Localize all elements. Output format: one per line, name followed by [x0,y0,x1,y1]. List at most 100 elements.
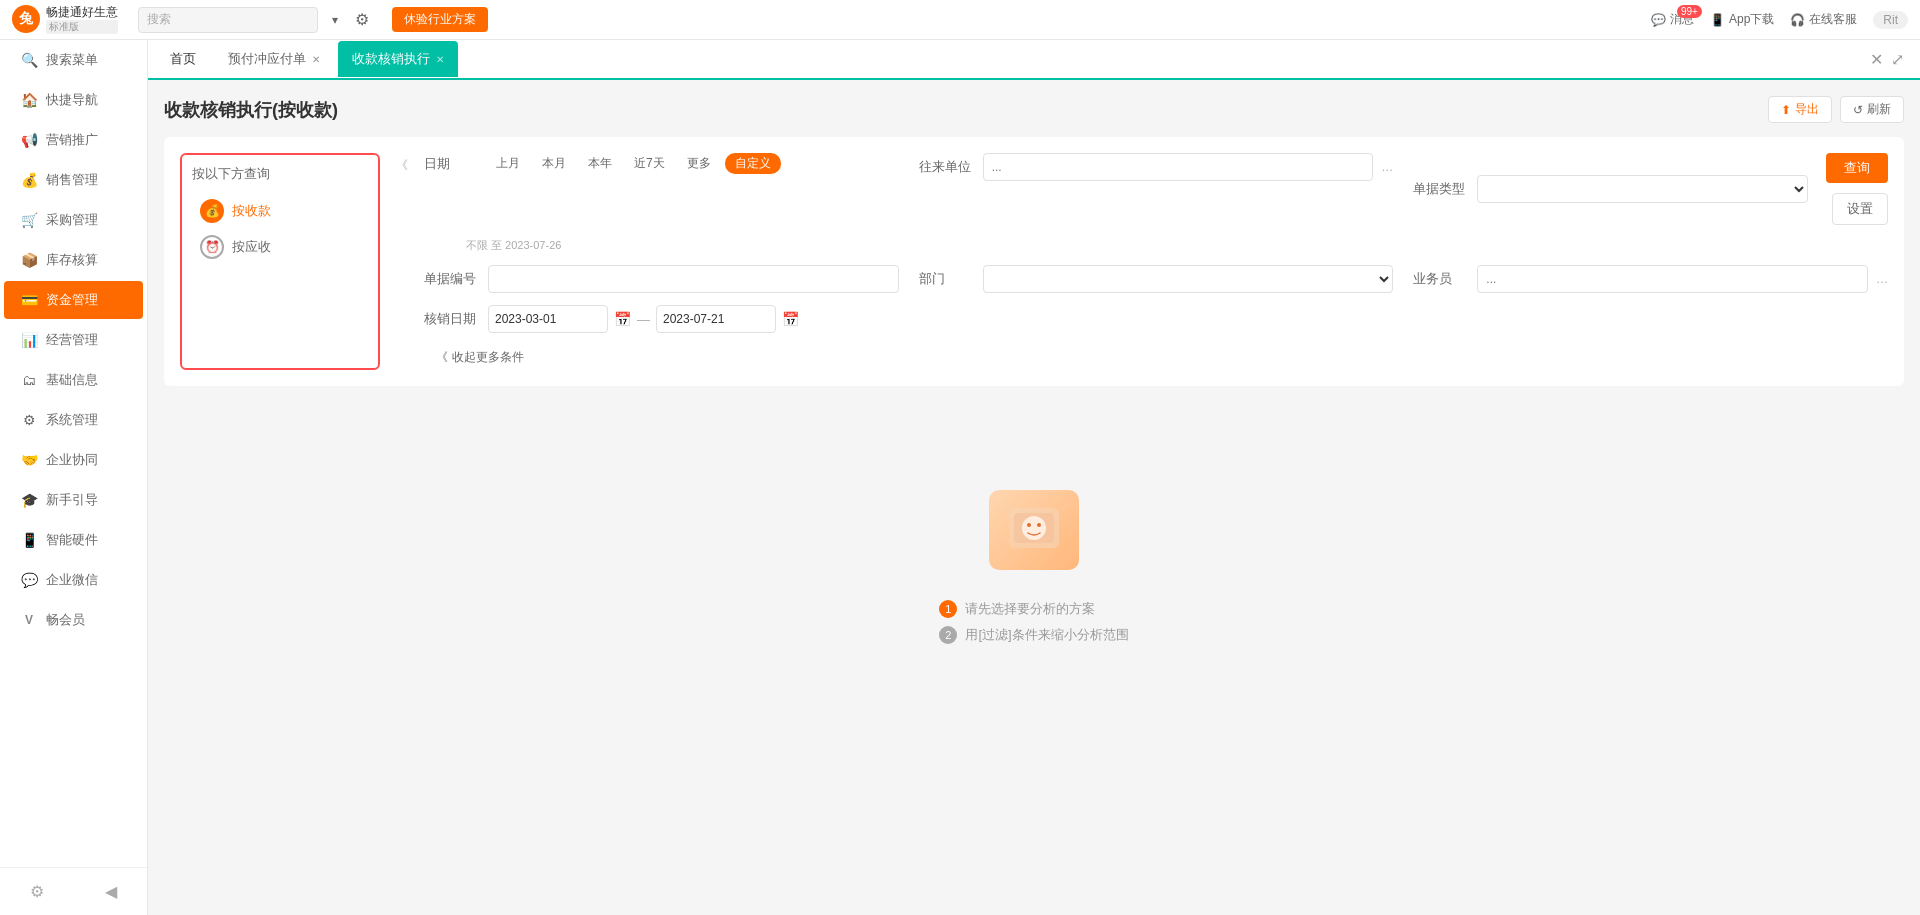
sidebar-collapse-icon[interactable]: ◀ [99,876,123,907]
app-download[interactable]: 📱 App下载 [1710,11,1774,28]
search-placeholder: 搜索 [147,11,171,28]
verify-date-end[interactable] [656,305,776,333]
unit-more-icon[interactable]: … [1381,160,1393,174]
brand-tag: 标准版 [46,20,118,34]
filter-action-col: 查询 设置 [1826,153,1888,225]
user-badge[interactable]: Rit [1873,11,1908,29]
docnum-input[interactable] [488,265,899,293]
empty-tips: 1 请先选择要分析的方案 2 用[过滤]条件来缩小分析范围 [939,600,1128,652]
collapse-up-icon: 《 [436,349,448,366]
filter-collapse-btn[interactable]: 《 [392,153,412,178]
docnum-label: 单据编号 [424,270,480,288]
sidebar-item-hardware[interactable]: 📱 智能硬件 [4,521,143,559]
dept-select[interactable] [983,265,1394,293]
close-window-icon[interactable]: ✕ [1870,50,1883,69]
sidebar-item-operation[interactable]: 📊 经营管理 [4,321,143,359]
message-badge[interactable]: 💬 消息 99+ [1651,11,1694,28]
sidebar-item-enterprise[interactable]: 🤝 企业协同 [4,441,143,479]
verify-date-label: 核销日期 [424,310,480,328]
empty-tip-1: 1 请先选择要分析的方案 [939,600,1128,618]
unit-input[interactable] [983,153,1374,181]
export-icon: ⬆ [1781,103,1791,117]
filter-staff-row: 业务员 … [1413,265,1888,293]
filter-panel: 按以下方查询 💰 按收款 ⏰ 按应收 《 [164,137,1904,386]
sidebar-item-search-menu[interactable]: 🔍 搜索菜单 [4,41,143,79]
refresh-btn[interactable]: ↺ 刷新 [1840,96,1904,123]
page-body: 收款核销执行(按收款) ⬆ 导出 ↺ 刷新 按以下方查询 [148,80,1920,915]
service-icon: 🎧 [1790,13,1805,27]
tab-home[interactable]: 首页 [156,41,210,77]
app-label: App下载 [1729,11,1774,28]
sidebar-item-weixin[interactable]: 💬 企业微信 [4,561,143,599]
sidebar-item-member[interactable]: V 畅会员 [4,601,143,639]
staff-label: 业务员 [1413,270,1469,288]
date-btn-7days[interactable]: 近7天 [626,153,673,174]
sidebar-label-sales: 销售管理 [46,171,98,189]
sidebar-label-member: 畅会员 [46,611,85,629]
sidebar-item-inventory[interactable]: 📦 库存核算 [4,241,143,279]
empty-tip-2: 2 用[过滤]条件来缩小分析范围 [939,626,1128,644]
topbar: 兔 畅捷通好生意 标准版 搜索 ▾ ⚙ 休验行业方案 💬 消息 99+ 📱 Ap… [0,0,1920,40]
sidebar-item-guide[interactable]: 🎓 新手引导 [4,481,143,519]
online-service[interactable]: 🎧 在线客服 [1790,11,1857,28]
industry-btn[interactable]: 休验行业方案 [392,7,488,32]
setting-btn[interactable]: 设置 [1832,193,1888,225]
date-btn-this-year[interactable]: 本年 [580,153,620,174]
sidebar-item-sales[interactable]: 💰 销售管理 [4,161,143,199]
weixin-icon: 💬 [20,572,38,588]
filter-option-by-receivable[interactable]: ⏰ 按应收 [192,229,368,265]
sidebar-label-purchase: 采购管理 [46,211,98,229]
operation-icon: 📊 [20,332,38,348]
more-conditions-btn[interactable]: 《 收起更多条件 [424,345,536,370]
verify-date-start-cal-icon[interactable]: 📅 [614,311,631,327]
home-icon: 🏠 [20,92,38,108]
date-label: 日期 [424,155,480,173]
date-btn-custom[interactable]: 自定义 [725,153,781,174]
gear-icon[interactable]: ⚙ [348,6,376,34]
member-icon: V [20,613,38,627]
date-btn-last-month[interactable]: 上月 [488,153,528,174]
search-input[interactable]: 搜索 [138,7,318,33]
expand-window-icon[interactable]: ⤢ [1891,50,1904,69]
staff-input[interactable] [1477,265,1868,293]
svg-point-3 [1027,523,1031,527]
tab-collect-label: 收款核销执行 [352,50,430,68]
topbar-right: 💬 消息 99+ 📱 App下载 🎧 在线客服 Rit [1651,11,1908,29]
sidebar-item-basic-info[interactable]: 🗂 基础信息 [4,361,143,399]
system-icon: ⚙ [20,412,38,428]
filter-option-by-receipt[interactable]: 💰 按收款 [192,193,368,229]
sidebar-item-marketing[interactable]: 📢 营销推广 [4,121,143,159]
tab-prepay-label: 预付冲应付单 [228,50,306,68]
sidebar-item-quick-nav[interactable]: 🏠 快捷导航 [4,81,143,119]
doctype-select[interactable] [1477,175,1808,203]
tab-prepay-close-icon[interactable]: ✕ [312,54,320,65]
sidebar-settings-icon[interactable]: ⚙ [24,876,50,907]
filter-panel-title: 按以下方查询 [192,165,368,183]
date-btn-more[interactable]: 更多 [679,153,719,174]
verify-date-start[interactable] [488,305,608,333]
purchase-icon: 🛒 [20,212,38,228]
message-count: 99+ [1677,5,1702,18]
export-btn[interactable]: ⬆ 导出 [1768,96,1832,123]
search-dropdown-icon[interactable]: ▾ [332,13,338,27]
service-label: 在线客服 [1809,11,1857,28]
staff-more-icon[interactable]: … [1876,272,1888,286]
by-receipt-icon: 💰 [200,199,224,223]
sidebar-bottom: ⚙ ◀ [0,867,147,915]
sidebar-item-finance[interactable]: 💳 资金管理 [4,281,143,319]
sidebar-label-basic-info: 基础信息 [46,371,98,389]
query-btn[interactable]: 查询 [1826,153,1888,183]
inventory-icon: 📦 [20,252,38,268]
filter-fields: 日期 上月 本月 本年 近7天 更多 自定义 [424,153,1888,370]
by-receivable-icon: ⏰ [200,235,224,259]
sidebar-item-purchase[interactable]: 🛒 采购管理 [4,201,143,239]
date-btn-this-month[interactable]: 本月 [534,153,574,174]
tab-collect-offset[interactable]: 收款核销执行 ✕ [338,41,458,77]
tab-collect-close-icon[interactable]: ✕ [436,54,444,65]
sidebar-item-system[interactable]: ⚙ 系统管理 [4,401,143,439]
date-range-info: 不限 至 2023-07-26 [466,239,561,251]
verify-date-end-cal-icon[interactable]: 📅 [782,311,799,327]
sidebar-label-system: 系统管理 [46,411,98,429]
tab-prepay-offset[interactable]: 预付冲应付单 ✕ [214,41,334,77]
filter-date-row: 日期 上月 本月 本年 近7天 更多 自定义 [424,153,899,174]
